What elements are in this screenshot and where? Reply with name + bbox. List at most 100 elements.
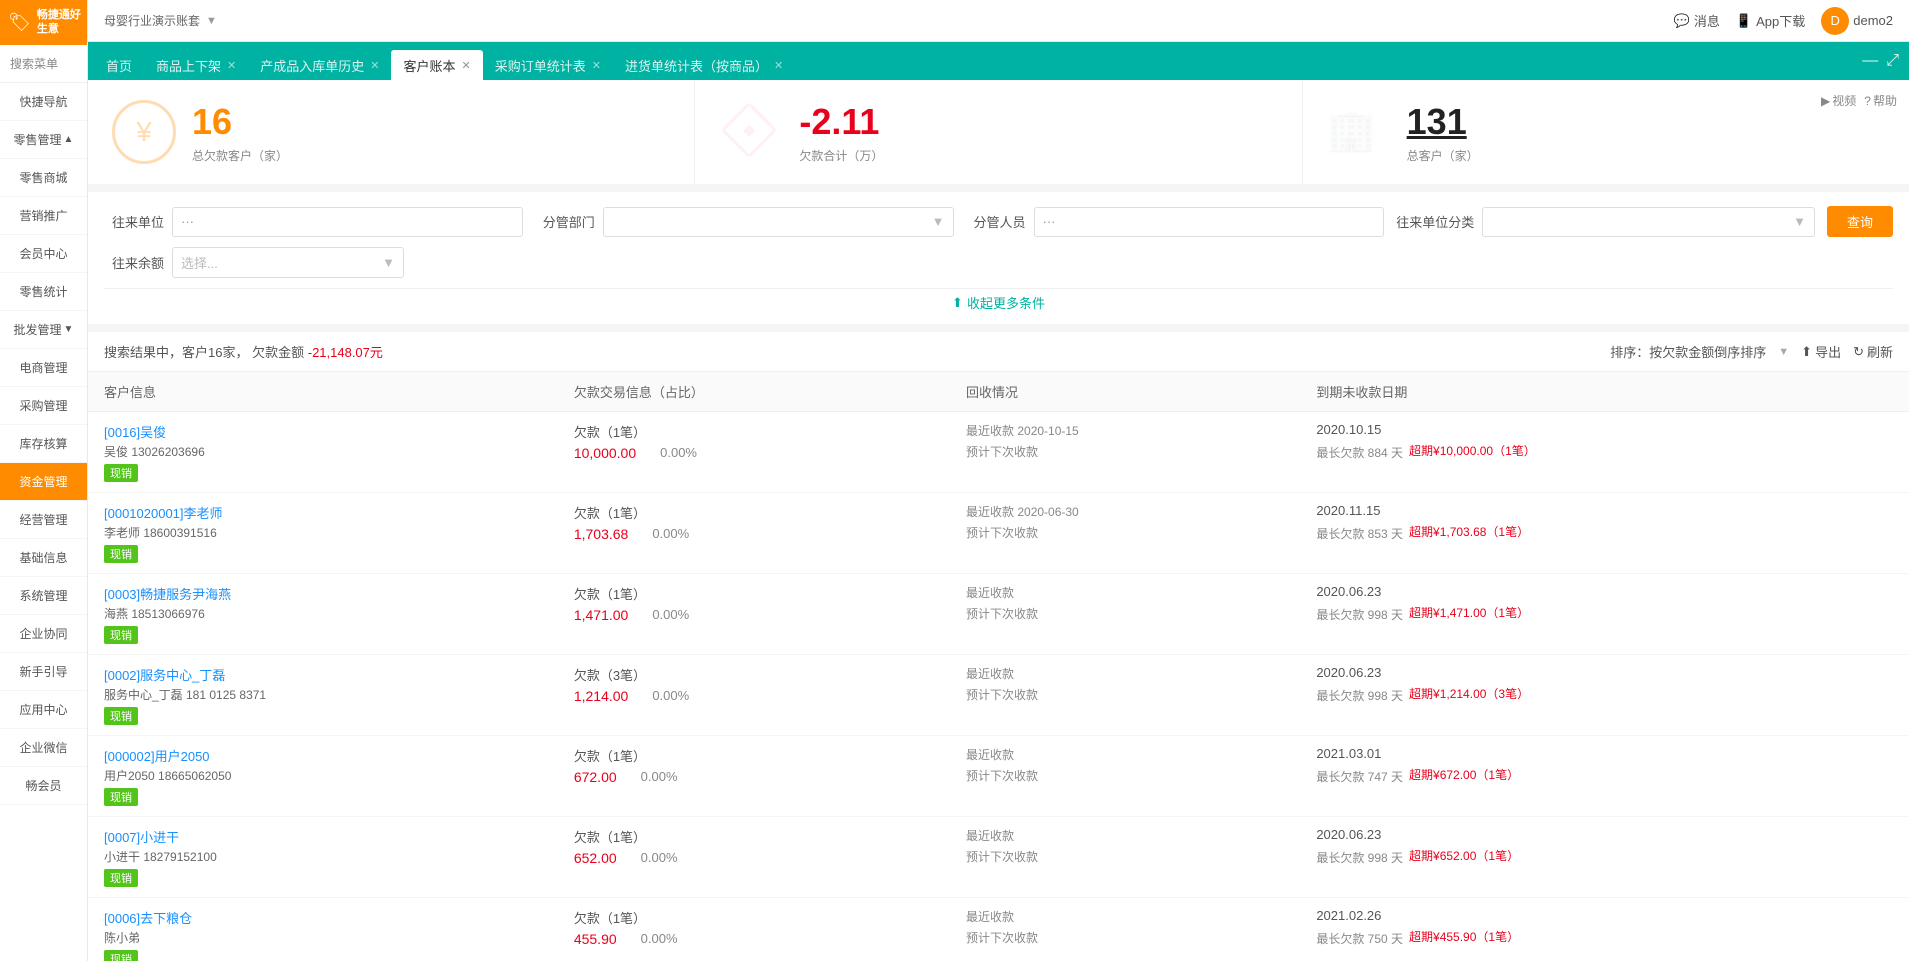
tab-close-icon[interactable]: ✕ — [462, 59, 471, 72]
tab-customer-account[interactable]: 客户账本 ✕ — [391, 50, 482, 80]
sidebar-item-finance[interactable]: 资金管理 — [0, 463, 87, 501]
tab-purchase-order-stats[interactable]: 采购订单统计表 ✕ — [483, 50, 613, 80]
tab-close-icon[interactable]: ✕ — [592, 59, 601, 72]
sidebar-item-marketing[interactable]: 营销推广 — [0, 197, 87, 235]
tab-close-icon[interactable]: ✕ — [370, 59, 379, 72]
table-row: [0002]服务中心_丁磊 服务中心_丁磊 181 0125 8371 现销 欠… — [88, 655, 1909, 736]
window-maximize-btn[interactable]: ⤢ — [1886, 52, 1899, 70]
help-link[interactable]: ? 帮助 — [1864, 92, 1897, 109]
customer-name-link[interactable]: [0001020001]李老师 — [104, 503, 542, 522]
sidebar-item-enterprise-wechat[interactable]: 企业微信 — [0, 729, 87, 767]
filter-remaining-select[interactable]: 选择... ▼ — [172, 247, 404, 278]
sidebar-item-retail-mgmt[interactable]: 零售管理 ▲ — [0, 121, 87, 159]
stat-debt-customers-value: 16 — [192, 101, 670, 143]
filter-manager-label: 分管人员 — [966, 212, 1026, 231]
due-date-cell: 2020.06.23 最长欠款 998 天 超期¥1,214.00（3笔） — [1300, 655, 1909, 736]
debt-amount[interactable]: 455.90 — [574, 931, 617, 947]
overdue-amount-link[interactable]: 超期¥672.00（1笔） — [1409, 766, 1519, 783]
sidebar-item-purchase-mgmt[interactable]: 采购管理 — [0, 387, 87, 425]
filter-manager-input[interactable]: ··· — [1034, 207, 1385, 237]
sidebar-item-ecommerce[interactable]: 电商管理 — [0, 349, 87, 387]
debt-info-cell: 欠款（1笔） 652.00 0.00% — [558, 817, 950, 898]
debt-info-cell: 欠款（1笔） 10,000.00 0.00% — [558, 412, 950, 493]
customer-name-link[interactable]: [0002]服务中心_丁磊 — [104, 665, 542, 684]
chevron-down-icon: ▼ — [932, 214, 945, 229]
video-link[interactable]: ▶ 视频 — [1821, 92, 1856, 109]
sidebar-item-chang-member[interactable]: 畅会员 — [0, 767, 87, 805]
tab-close-icon[interactable]: ✕ — [774, 59, 783, 72]
sidebar-logo[interactable]: 🏷 畅捷通好生意 — [0, 0, 87, 45]
recovery-last-date: 最近收款 — [966, 827, 1284, 844]
collapse-filters-btn[interactable]: ⬆ 收起更多条件 — [104, 288, 1893, 316]
debt-amount[interactable]: 672.00 — [574, 769, 617, 785]
customer-name-link[interactable]: [0006]去下粮仓 — [104, 908, 542, 927]
sidebar-item-wholesale-mgmt[interactable]: 批发管理 ▼ — [0, 311, 87, 349]
tab-product-status[interactable]: 商品上下架 ✕ — [144, 50, 248, 80]
chevron-down-icon: ▼ — [382, 255, 395, 270]
export-btn[interactable]: ⬆ 导出 — [1801, 342, 1841, 361]
message-btn[interactable]: 💬 消息 — [1674, 11, 1720, 30]
window-minimize-btn[interactable]: — — [1862, 52, 1878, 70]
due-date-cell: 2020.10.15 最长欠款 884 天 超期¥10,000.00（1笔） — [1300, 412, 1909, 493]
search-button[interactable]: 查询 — [1827, 206, 1893, 237]
stat-total-customers-value: 131 — [1407, 101, 1885, 143]
customer-tag: 现销 — [104, 788, 138, 806]
filter-source-unit: 往来单位 ··· — [104, 207, 523, 237]
app-download-btn[interactable]: 📱 App下载 — [1736, 11, 1805, 30]
debt-count: 欠款（1笔） — [574, 503, 934, 522]
tab-close-icon[interactable]: ✕ — [227, 59, 236, 72]
col-due-date-header: 到期未收款日期 — [1300, 372, 1909, 412]
customer-name-link[interactable]: [000002]用户2050 — [104, 746, 542, 765]
sidebar-item-quick-nav[interactable]: 快捷导航 — [0, 83, 87, 121]
overdue-amount-link[interactable]: 超期¥652.00（1笔） — [1409, 847, 1519, 864]
sidebar-item-beginner-guide[interactable]: 新手引导 — [0, 653, 87, 691]
overdue-amount-link[interactable]: 超期¥10,000.00（1笔） — [1409, 442, 1536, 459]
sidebar-item-retail-stats[interactable]: 零售统计 — [0, 273, 87, 311]
sidebar-item-inventory[interactable]: 库存核算 — [0, 425, 87, 463]
customer-phone: 小进干 18279152100 — [104, 848, 542, 865]
sidebar-item-basic-info[interactable]: 基础信息 — [0, 539, 87, 577]
col-debt-header: 欠款交易信息（占比） — [558, 372, 950, 412]
sidebar-search-menu[interactable]: 搜索菜单 — [0, 45, 87, 83]
tab-production-history[interactable]: 产成品入库单历史 ✕ — [248, 50, 391, 80]
customer-info-cell: [0003]畅捷服务尹海燕 海燕 18513066976 现销 — [88, 574, 558, 655]
sidebar-item-retail-mall[interactable]: 零售商城 — [0, 159, 87, 197]
overdue-amount-link[interactable]: 超期¥1,214.00（3笔） — [1409, 685, 1529, 702]
recovery-info-cell: 最近收款 预计下次收款 — [950, 817, 1300, 898]
overdue-amount-link[interactable]: 超期¥1,703.68（1笔） — [1409, 523, 1529, 540]
overdue-days: 最长欠款 884 天 — [1316, 444, 1403, 461]
sidebar-item-enterprise-collab[interactable]: 企业协同 — [0, 615, 87, 653]
sidebar-item-member-center[interactable]: 会员中心 — [0, 235, 87, 273]
content-area: ¥ 16 总欠款客户（家） ◆ — [88, 80, 1909, 961]
debt-amount[interactable]: 1,471.00 — [574, 607, 629, 623]
debt-amount[interactable]: 10,000.00 — [574, 445, 636, 461]
stat-yen-icon: ¥ — [112, 100, 176, 164]
overdue-amount-link[interactable]: 超期¥455.90（1笔） — [1409, 928, 1519, 945]
stat-debt-total-label: 欠款合计（万） — [799, 147, 1277, 164]
customer-name-link[interactable]: [0007]小进干 — [104, 827, 542, 846]
avatar: D — [1821, 7, 1849, 35]
sidebar-item-system-mgmt[interactable]: 系统管理 — [0, 577, 87, 615]
recovery-info-cell: 最近收款 预计下次收款 — [950, 736, 1300, 817]
filter-dept-select[interactable]: ▼ — [603, 207, 954, 237]
filter-remaining-label: 往来余额 — [104, 253, 164, 272]
table-toolbar: 搜索结果中，客户16家， 欠款金额 -21,148.07元 排序：按欠款金额倒序… — [88, 332, 1909, 372]
due-date-cell: 2020.06.23 最长欠款 998 天 超期¥1,471.00（1笔） — [1300, 574, 1909, 655]
sidebar-item-app-center[interactable]: 应用中心 — [0, 691, 87, 729]
debt-amount[interactable]: 1,703.68 — [574, 526, 629, 542]
debt-amount[interactable]: 652.00 — [574, 850, 617, 866]
customer-name-link[interactable]: [0016]吴俊 — [104, 422, 542, 441]
refresh-btn[interactable]: ↻ 刷新 — [1853, 342, 1893, 361]
tab-purchase-stats-product[interactable]: 进货单统计表（按商品） ✕ — [613, 50, 795, 80]
user-avatar[interactable]: D demo2 — [1821, 7, 1893, 35]
overdue-amount-link[interactable]: 超期¥1,471.00（1笔） — [1409, 604, 1529, 621]
due-date-cell: 2021.02.26 最长欠款 750 天 超期¥455.90（1笔） — [1300, 898, 1909, 961]
tab-home[interactable]: 首页 — [94, 50, 144, 80]
filter-unit-category-select[interactable]: ▼ — [1482, 207, 1815, 237]
filter-source-unit-input[interactable]: ··· — [172, 207, 523, 237]
sidebar-item-operations[interactable]: 经营管理 — [0, 501, 87, 539]
debt-amount[interactable]: 1,214.00 — [574, 688, 629, 704]
debt-count: 欠款（3笔） — [574, 665, 934, 684]
filter-dept-label: 分管部门 — [535, 212, 595, 231]
customer-name-link[interactable]: [0003]畅捷服务尹海燕 — [104, 584, 542, 603]
